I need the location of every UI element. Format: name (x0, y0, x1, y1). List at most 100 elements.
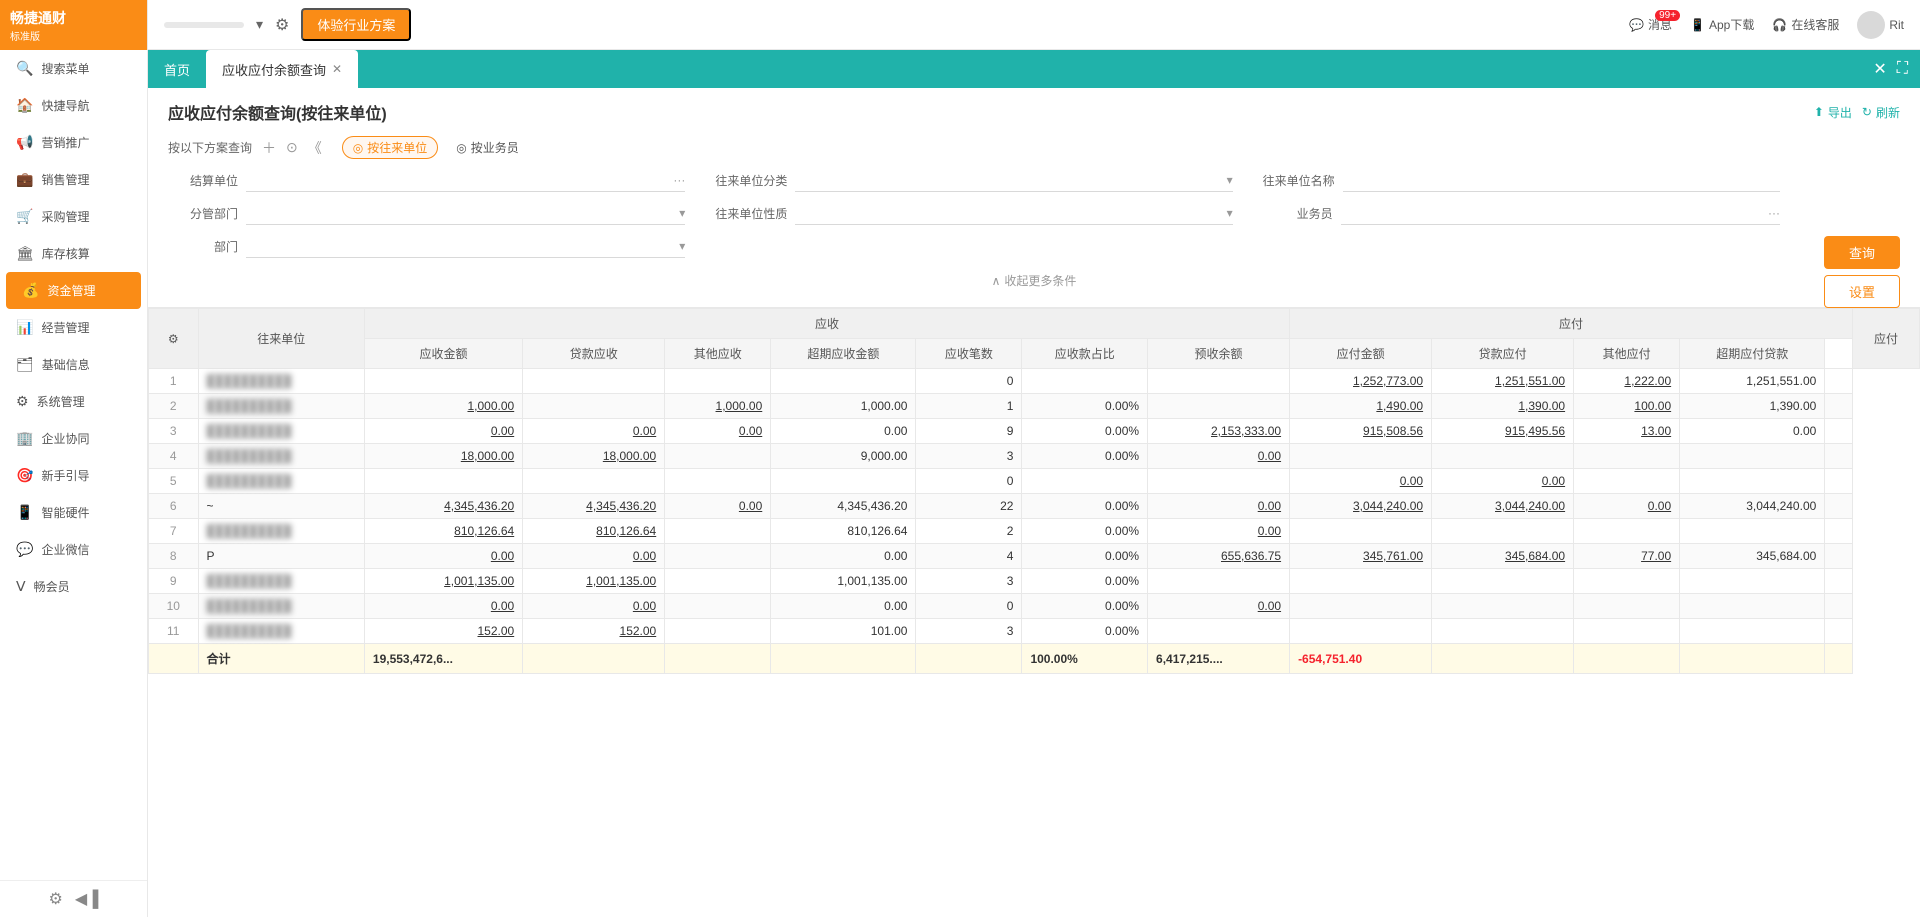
dept-manager-chevron[interactable]: ▾ (679, 206, 685, 220)
settings-bottom-btn[interactable]: ⚙ (49, 889, 63, 909)
topbar-gear-icon[interactable]: ⚙ (275, 15, 289, 35)
cell-link[interactable]: 1,251,551.00 (1495, 374, 1565, 388)
sidebar-item-hardware[interactable]: 📱智能硬件 (0, 494, 147, 531)
schema-settings-btn[interactable]: ⊙ (286, 139, 298, 156)
dept-manager-input[interactable] (246, 202, 675, 224)
cell-link[interactable]: 0.00 (633, 424, 656, 438)
topbar-breadcrumb-dropdown[interactable]: ▾ (256, 16, 263, 33)
unit-nature-chevron[interactable]: ▾ (1227, 206, 1233, 220)
cell-link[interactable]: 0.00 (1648, 499, 1671, 513)
cell-link[interactable]: 1,222.00 (1624, 374, 1671, 388)
cell-link[interactable]: 810,126.64 (596, 524, 656, 538)
cell-link[interactable]: 18,000.00 (603, 449, 656, 463)
sidebar-icon-system: ⚙ (16, 393, 29, 410)
cell-link[interactable]: 1,390.00 (1518, 399, 1565, 413)
salesperson-input[interactable] (1341, 202, 1764, 224)
sidebar-item-member[interactable]: Ⅴ畅会员 (0, 568, 147, 605)
cell-link[interactable]: 3,044,240.00 (1495, 499, 1565, 513)
set-button[interactable]: 设置 (1824, 275, 1900, 308)
sidebar-item-inventory[interactable]: 🏛库存核算 (0, 235, 147, 272)
cell-link[interactable]: 1,000.00 (716, 399, 763, 413)
salesperson-dots[interactable]: ··· (1768, 206, 1780, 220)
cell-loan-receivable: 0.00 (523, 544, 665, 569)
cell-link[interactable]: 655,636.75 (1221, 549, 1281, 563)
th-settings[interactable]: ⚙ (149, 309, 199, 369)
sidebar-item-basic[interactable]: 🗂基础信息 (0, 346, 147, 383)
cell-link[interactable]: 0.00 (1258, 524, 1281, 538)
tab-expand-btn[interactable]: ⛶ (1897, 60, 1908, 78)
cell-link[interactable]: 0.00 (739, 499, 762, 513)
cell-link[interactable]: 152.00 (478, 624, 515, 638)
sidebar-item-fund[interactable]: 💰资金管理 (6, 272, 141, 309)
unit-nature-input[interactable] (795, 202, 1222, 224)
export-btn[interactable]: ⬆ 导出 (1814, 104, 1852, 121)
cell-link[interactable]: 345,761.00 (1363, 549, 1423, 563)
cell-link[interactable]: 3,044,240.00 (1353, 499, 1423, 513)
settlement-unit-dots[interactable]: ··· (673, 173, 685, 187)
sidebar-item-wechat[interactable]: 💬企业微信 (0, 531, 147, 568)
cell-link[interactable]: 4,345,436.20 (586, 499, 656, 513)
collapse-conditions-btn[interactable]: ∧ 收起更多条件 (992, 272, 1077, 289)
cell-link[interactable]: 0.00 (1400, 474, 1423, 488)
cell-link[interactable]: 18,000.00 (461, 449, 514, 463)
cell-link[interactable]: 0.00 (1258, 599, 1281, 613)
schema-collapse-btn[interactable]: 《 (308, 138, 322, 158)
sidebar-item-sales[interactable]: 💼销售管理 (0, 161, 147, 198)
tab-query-close[interactable]: ✕ (332, 62, 342, 76)
collapse-sidebar-btn[interactable]: ◀▐ (75, 889, 99, 909)
cell-link[interactable]: 915,508.56 (1363, 424, 1423, 438)
cell-link[interactable]: 2,153,333.00 (1211, 424, 1281, 438)
sidebar-item-search[interactable]: 🔍搜索菜单 (0, 50, 147, 87)
settlement-unit-input[interactable] (246, 169, 669, 191)
cell-link[interactable]: 0.00 (633, 549, 656, 563)
sidebar-item-purchase[interactable]: 🛒采购管理 (0, 198, 147, 235)
online-service-btn[interactable]: 🎧 在线客服 (1772, 16, 1839, 33)
cell-link[interactable]: 0.00 (491, 599, 514, 613)
cell-link[interactable]: 0.00 (1542, 474, 1565, 488)
message-btn[interactable]: 💬 消息 99+ (1629, 16, 1672, 33)
cell-link[interactable]: 0.00 (491, 549, 514, 563)
app-download-btn[interactable]: 📱 App下载 (1690, 16, 1754, 33)
tab-home[interactable]: 首页 (148, 50, 206, 88)
cell-link[interactable]: 0.00 (491, 424, 514, 438)
dept-chevron[interactable]: ▾ (679, 239, 685, 253)
sidebar-item-system[interactable]: ⚙系统管理 (0, 383, 147, 420)
cell-link[interactable]: 1,001,135.00 (586, 574, 656, 588)
unit-category-chevron[interactable]: ▾ (1227, 173, 1233, 187)
cell-link[interactable]: 0.00 (633, 599, 656, 613)
cell-link[interactable]: 1,001,135.00 (444, 574, 514, 588)
cell-link[interactable]: 13.00 (1641, 424, 1671, 438)
cell-link[interactable]: 0.00 (1258, 499, 1281, 513)
unit-name-input[interactable] (1343, 169, 1780, 191)
cell-link[interactable]: 1,252,773.00 (1353, 374, 1423, 388)
sidebar-item-corp[interactable]: 🏢企业协同 (0, 420, 147, 457)
sidebar-item-quick[interactable]: 🏠快捷导航 (0, 87, 147, 124)
tab-query[interactable]: 应收应付余额查询 ✕ (206, 50, 358, 88)
cell-link[interactable]: 345,684.00 (1505, 549, 1565, 563)
cell-link[interactable]: 0.00 (1258, 449, 1281, 463)
table-container[interactable]: ⚙ 往来单位 应收 应付 应付 应收金额 贷款应收 其他应收 超期应收金额 应收… (148, 308, 1920, 917)
refresh-btn[interactable]: ↻ 刷新 (1862, 104, 1900, 121)
dept-input[interactable] (246, 235, 675, 257)
promo-button[interactable]: 体验行业方案 (301, 8, 411, 41)
schema-by-unit[interactable]: ◎ 按往来单位 (342, 136, 439, 159)
cell-link[interactable]: 1,000.00 (467, 399, 514, 413)
cell-link[interactable]: 152.00 (620, 624, 657, 638)
schema-by-staff[interactable]: ◎ 按业务员 (446, 137, 529, 158)
sidebar-item-guide[interactable]: 🎯新手引导 (0, 457, 147, 494)
cell-link[interactable]: 1,490.00 (1376, 399, 1423, 413)
cell-link[interactable]: 0.00 (739, 424, 762, 438)
cell-link[interactable]: 810,126.64 (454, 524, 514, 538)
cell-link[interactable]: 915,495.56 (1505, 424, 1565, 438)
tab-close-all-btn[interactable]: ✕ (1873, 59, 1886, 79)
cell-link[interactable]: 100.00 (1634, 399, 1671, 413)
query-button[interactable]: 查询 (1824, 236, 1900, 269)
unit-category-input[interactable] (795, 169, 1222, 191)
sidebar-item-marketing[interactable]: 📢营销推广 (0, 124, 147, 161)
cell-receivable-count: 9 (916, 419, 1022, 444)
user-avatar-area[interactable]: Rit (1857, 11, 1904, 39)
cell-link[interactable]: 4,345,436.20 (444, 499, 514, 513)
sidebar-item-operation[interactable]: 📊经营管理 (0, 309, 147, 346)
cell-link[interactable]: 77.00 (1641, 549, 1671, 563)
add-schema-btn[interactable]: ＋ (262, 138, 276, 158)
